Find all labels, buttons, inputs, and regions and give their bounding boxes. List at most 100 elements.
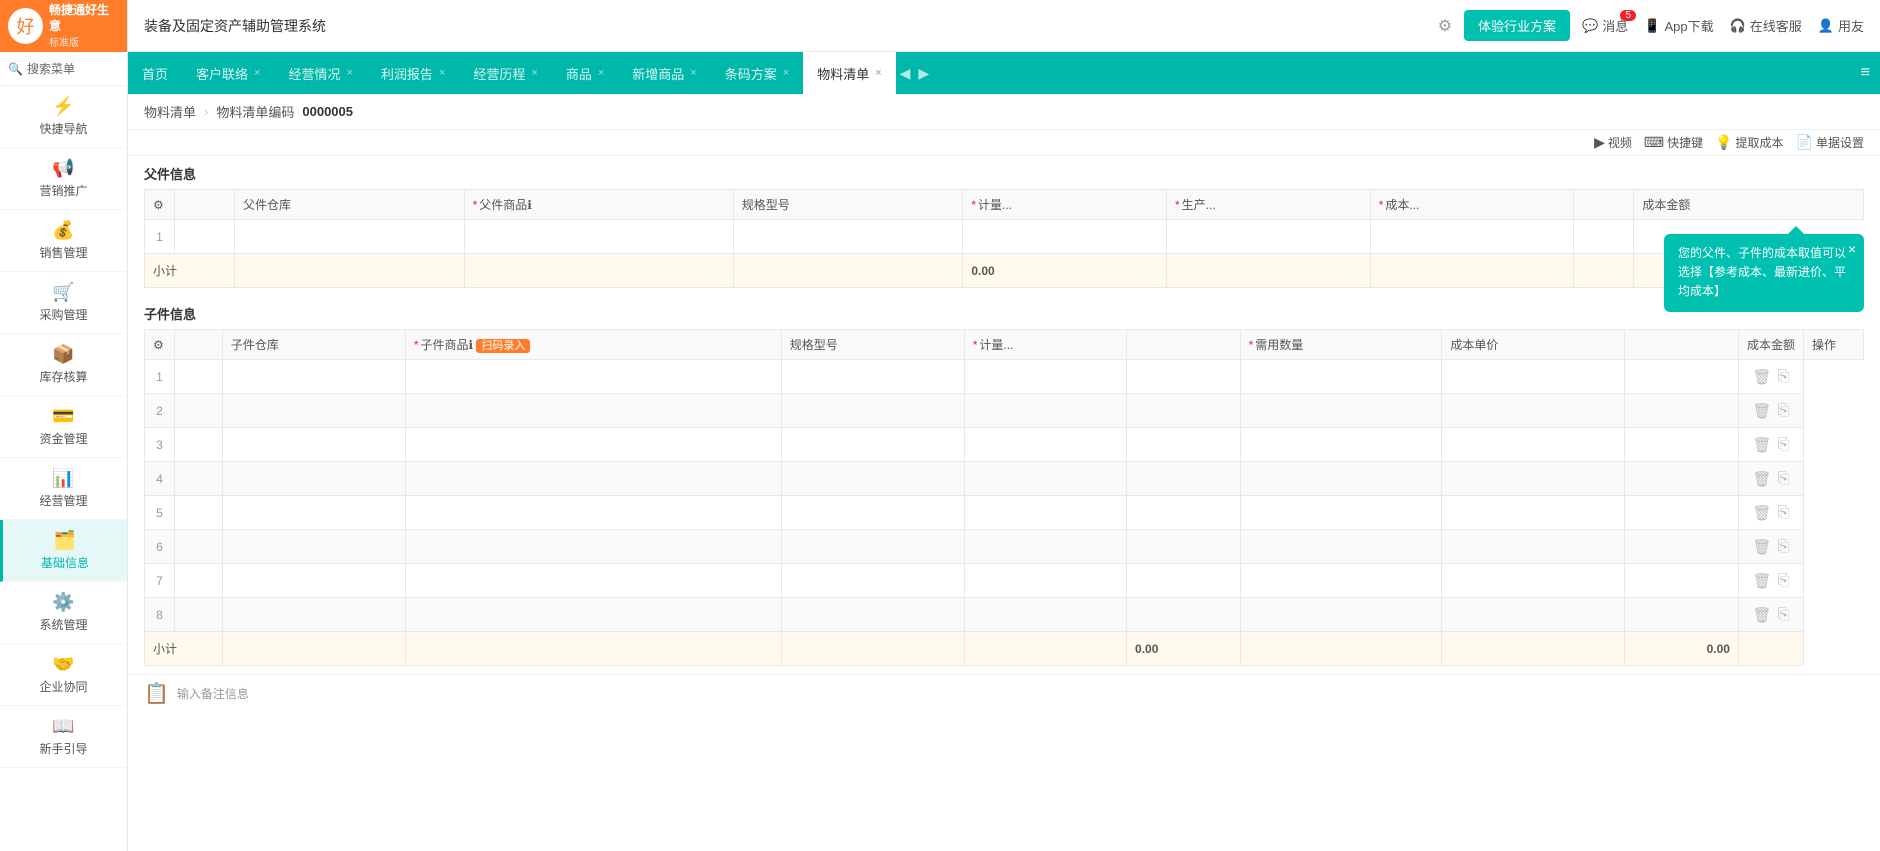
child-row-warehouse[interactable]: [175, 530, 223, 564]
child-row-spec[interactable]: [405, 428, 781, 462]
sidebar-item-guide[interactable]: 📖 新手引导: [0, 706, 127, 768]
tab-customer-close[interactable]: ×: [254, 67, 260, 79]
child-row-unit[interactable]: [781, 428, 964, 462]
sidebar-item-inventory[interactable]: 📦 库存核算: [0, 334, 127, 396]
sidebar-item-purchase[interactable]: 🛒 采购管理: [0, 272, 127, 334]
child-row-goods[interactable]: [222, 428, 405, 462]
nav-prev-arrow[interactable]: ◀: [896, 65, 915, 82]
delete-row-button[interactable]: 🗑: [1752, 470, 1771, 488]
child-row-unit-cost[interactable]: [1240, 360, 1442, 394]
child-row-qty[interactable]: [1127, 564, 1241, 598]
child-row-spec[interactable]: [405, 598, 781, 632]
tab-history[interactable]: 经营历程 ×: [459, 52, 551, 94]
tab-history-close[interactable]: ×: [531, 67, 537, 79]
tab-customer[interactable]: 客户联络 ×: [182, 52, 274, 94]
view-video-button[interactable]: ▶ 视频: [1594, 134, 1632, 151]
delete-row-button[interactable]: 🗑: [1752, 368, 1771, 386]
child-row-warehouse[interactable]: [175, 428, 223, 462]
child-row-spec[interactable]: [405, 360, 781, 394]
parent-row-1-spec[interactable]: [464, 220, 733, 254]
parent-row-1-unit[interactable]: [733, 220, 963, 254]
sidebar-item-operation[interactable]: 📊 经营管理: [0, 458, 127, 520]
trial-button[interactable]: 体验行业方案: [1464, 10, 1570, 41]
child-row-qty[interactable]: [1127, 530, 1241, 564]
child-row-qty[interactable]: [1127, 360, 1241, 394]
gear-icon[interactable]: ⚙: [1438, 16, 1452, 36]
child-row-unit[interactable]: [781, 360, 964, 394]
tab-home[interactable]: 首页: [128, 52, 182, 94]
child-row-goods[interactable]: [222, 598, 405, 632]
child-row-goods[interactable]: [222, 462, 405, 496]
parent-row-1-warehouse[interactable]: [175, 220, 235, 254]
delete-row-button[interactable]: 🗑: [1752, 436, 1771, 454]
child-row-unit[interactable]: [781, 564, 964, 598]
close-all-tabs[interactable]: ≡: [1851, 64, 1880, 82]
child-row-spec[interactable]: [405, 530, 781, 564]
sidebar-item-quick-nav[interactable]: ⚡ 快捷导航: [0, 86, 127, 148]
delete-row-button[interactable]: 🗑: [1752, 504, 1771, 522]
child-row-spec[interactable]: [405, 462, 781, 496]
tab-barcode-close[interactable]: ×: [783, 67, 789, 79]
single-settings-button[interactable]: 📄 单据设置: [1796, 134, 1864, 151]
sidebar-item-system[interactable]: ⚙️ 系统管理: [0, 582, 127, 644]
shortcut-button[interactable]: ⌨ 快捷键: [1644, 134, 1703, 151]
child-row-warehouse[interactable]: [175, 394, 223, 428]
copy-row-button[interactable]: ⎘: [1778, 572, 1790, 590]
tab-bom[interactable]: 物料清单 ×: [803, 52, 895, 94]
tab-operation-status-close[interactable]: ×: [346, 67, 352, 79]
sidebar-item-enterprise[interactable]: 🤝 企业协同: [0, 644, 127, 706]
message-button[interactable]: 💬 消息 5: [1582, 16, 1628, 35]
tab-barcode[interactable]: 条码方案 ×: [711, 52, 803, 94]
parent-row-1-cost[interactable]: [1167, 220, 1371, 254]
child-row-unit-cost[interactable]: [1240, 394, 1442, 428]
breadcrumb-bom[interactable]: 物料清单: [144, 102, 196, 121]
child-row-warehouse[interactable]: [175, 360, 223, 394]
child-row-spec[interactable]: [405, 496, 781, 530]
child-row-spec[interactable]: [405, 394, 781, 428]
copy-row-button[interactable]: ⎘: [1778, 470, 1790, 488]
child-row-unit-cost[interactable]: [1240, 564, 1442, 598]
delete-row-button[interactable]: 🗑: [1752, 606, 1771, 624]
child-row-unit[interactable]: [781, 530, 964, 564]
user-avatar[interactable]: 👤 用友: [1818, 16, 1864, 35]
child-row-qty[interactable]: [1127, 394, 1241, 428]
tab-bom-close[interactable]: ×: [875, 67, 881, 79]
child-row-qty[interactable]: [1127, 428, 1241, 462]
copy-row-button[interactable]: ⎘: [1778, 436, 1790, 454]
copy-row-button[interactable]: ⎘: [1778, 538, 1790, 556]
child-row-qty[interactable]: [1127, 598, 1241, 632]
online-service-button[interactable]: 🎧 在线客服: [1730, 16, 1802, 35]
copy-row-button[interactable]: ⎘: [1778, 368, 1790, 386]
tab-new-goods-close[interactable]: ×: [690, 67, 696, 79]
sidebar-item-basic-info[interactable]: 🗂️ 基础信息: [0, 520, 127, 582]
child-row-qty[interactable]: [1127, 462, 1241, 496]
sidebar-item-sales[interactable]: 💰 销售管理: [0, 210, 127, 272]
extract-cost-button[interactable]: 💡 提取成本: [1715, 134, 1783, 151]
tooltip-close-button[interactable]: ×: [1848, 238, 1856, 260]
child-row-goods[interactable]: [222, 496, 405, 530]
child-row-warehouse[interactable]: [175, 564, 223, 598]
delete-row-button[interactable]: 🗑: [1752, 538, 1771, 556]
child-row-unit-cost[interactable]: [1240, 598, 1442, 632]
tab-profit-close[interactable]: ×: [439, 67, 445, 79]
child-row-unit-cost[interactable]: [1240, 462, 1442, 496]
child-row-spec[interactable]: [405, 564, 781, 598]
scan-button[interactable]: 扫码录入: [476, 339, 530, 353]
child-row-warehouse[interactable]: [175, 462, 223, 496]
child-row-unit-cost[interactable]: [1240, 428, 1442, 462]
child-row-goods[interactable]: [222, 394, 405, 428]
sidebar-item-finance[interactable]: 💳 资金管理: [0, 396, 127, 458]
child-row-unit[interactable]: [781, 462, 964, 496]
tab-operation-status[interactable]: 经营情况 ×: [274, 52, 366, 94]
child-row-unit[interactable]: [781, 394, 964, 428]
parent-row-1-goods[interactable]: [235, 220, 465, 254]
nav-next-arrow[interactable]: ▶: [914, 65, 933, 82]
child-row-warehouse[interactable]: [175, 496, 223, 530]
child-row-unit-cost[interactable]: [1240, 496, 1442, 530]
tab-new-goods[interactable]: 新增商品 ×: [618, 52, 710, 94]
note-icon[interactable]: 📋: [144, 681, 169, 706]
child-row-goods[interactable]: [222, 530, 405, 564]
child-row-unit-cost[interactable]: [1240, 530, 1442, 564]
child-row-goods[interactable]: [222, 360, 405, 394]
copy-row-button[interactable]: ⎘: [1778, 504, 1790, 522]
